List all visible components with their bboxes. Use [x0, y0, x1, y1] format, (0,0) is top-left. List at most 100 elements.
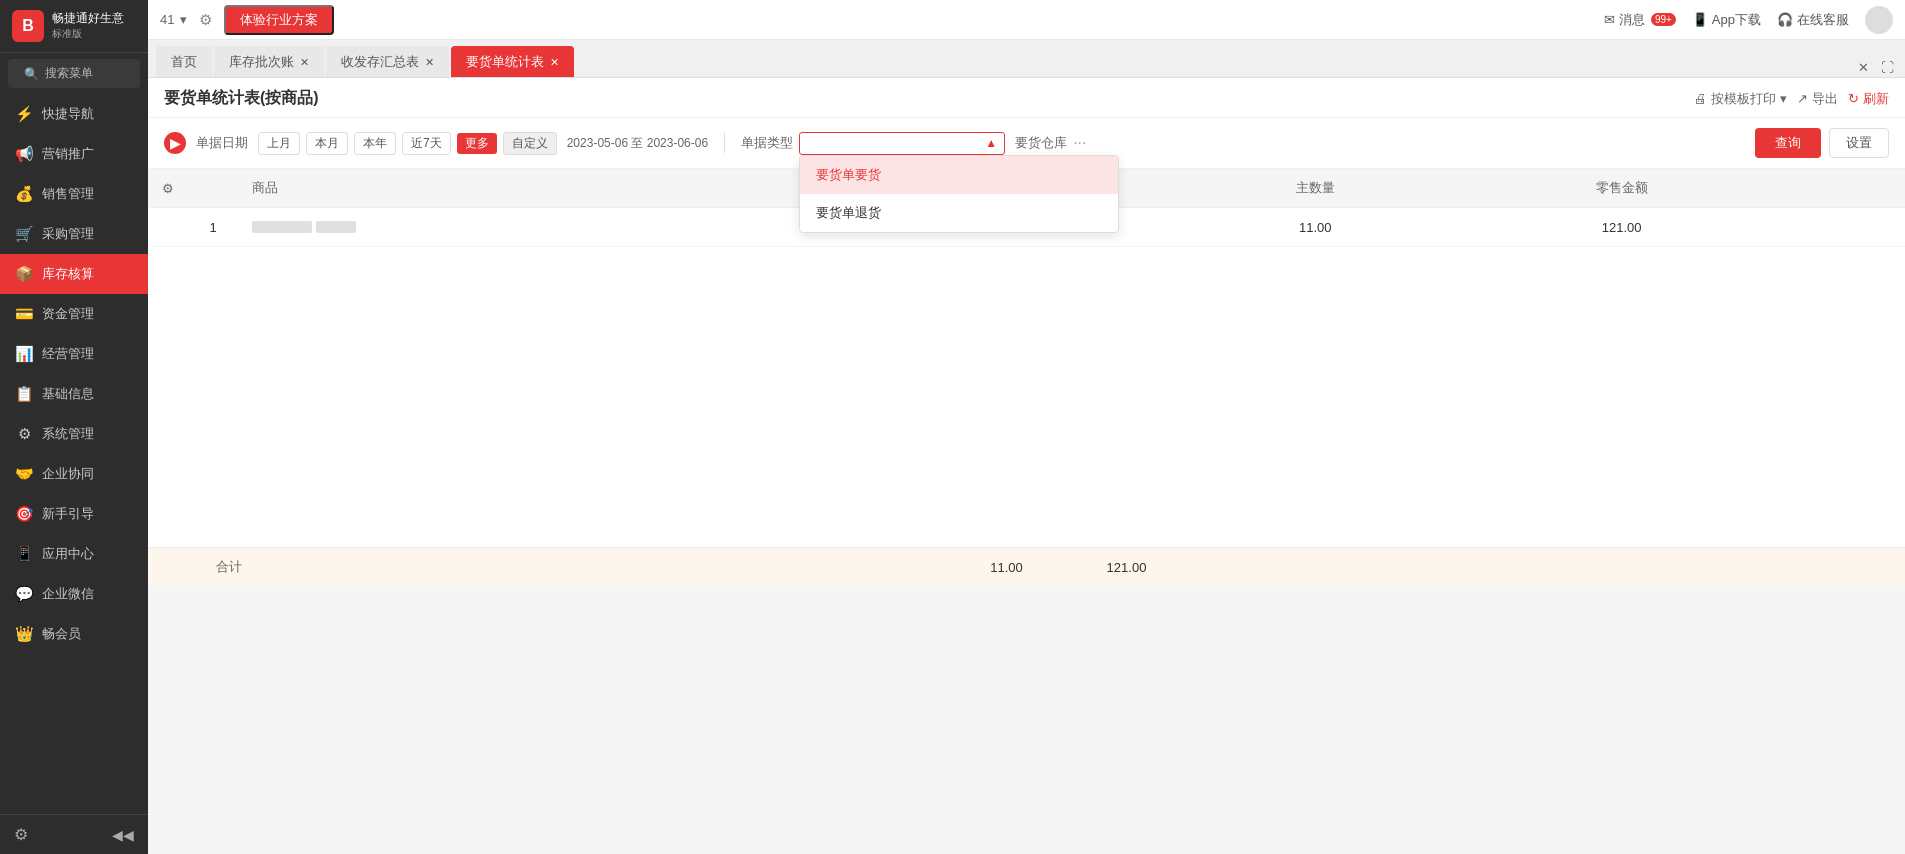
col-amount: 零售金额 — [1455, 169, 1788, 208]
tab-close-all-icon[interactable]: ✕ — [1853, 57, 1873, 77]
dropdown-option-order-single[interactable]: 要货单要货 — [800, 156, 1118, 194]
search-label: 搜索菜单 — [45, 65, 93, 82]
store-selector[interactable]: 41 ▾ — [160, 12, 187, 27]
print-chevron-icon: ▾ — [1780, 91, 1787, 106]
promo-button[interactable]: 体验行业方案 — [224, 5, 334, 35]
online-service-button[interactable]: 🎧 在线客服 — [1777, 11, 1849, 29]
app-download-button[interactable]: 📱 App下载 — [1692, 11, 1761, 29]
warehouse-more-icon[interactable]: ··· — [1073, 134, 1086, 152]
avatar[interactable] — [1865, 6, 1893, 34]
enterprise-icon: 🤝 — [14, 464, 34, 484]
cell-quantity: 11.00 — [1176, 208, 1455, 247]
sidebar-item-wechat[interactable]: 💬 企业微信 — [0, 574, 148, 614]
tab-expand-icon[interactable]: ⛶ — [1877, 57, 1897, 77]
footer-total-label: 合计 — [216, 558, 242, 576]
refresh-label: 刷新 — [1863, 90, 1889, 108]
sidebar-item-purchase[interactable]: 🛒 采购管理 — [0, 214, 148, 254]
query-button[interactable]: 查询 — [1755, 128, 1821, 158]
sidebar-item-app-center[interactable]: 📱 应用中心 — [0, 534, 148, 574]
this-month-button[interactable]: 本月 — [306, 132, 348, 155]
sidebar-item-finance[interactable]: 💳 资金管理 — [0, 294, 148, 334]
col-row-num — [188, 169, 238, 208]
tab-close-icon[interactable]: ✕ — [425, 56, 434, 69]
header-gear-icon[interactable]: ⚙ — [199, 11, 212, 29]
tab-label: 库存批次账 — [229, 53, 294, 71]
system-icon: ⚙ — [14, 424, 34, 444]
filter-expand-button[interactable]: ▶ — [164, 132, 186, 154]
sidebar-item-newbie[interactable]: 🎯 新手引导 — [0, 494, 148, 534]
store-number: 41 — [160, 12, 174, 27]
finance-icon: 💳 — [14, 304, 34, 324]
date-filter-label: 单据日期 — [196, 134, 248, 152]
sidebar-item-basic-info[interactable]: 📋 基础信息 — [0, 374, 148, 414]
custom-date-button[interactable]: 自定义 — [503, 132, 557, 155]
this-year-button[interactable]: 本年 — [354, 132, 396, 155]
filter-actions: 查询 设置 — [1755, 128, 1889, 158]
last-7-button[interactable]: 近7天 — [402, 132, 451, 155]
col-settings[interactable]: ⚙ — [148, 169, 188, 208]
collapse-button[interactable]: ◀◀ — [112, 827, 134, 843]
messages-label: 消息 — [1619, 11, 1645, 29]
print-label: 按模板打印 — [1711, 90, 1776, 108]
sidebar-item-enterprise[interactable]: 🤝 企业协同 — [0, 454, 148, 494]
sidebar-item-marketing[interactable]: 📢 营销推广 — [0, 134, 148, 174]
export-label: 导出 — [1812, 90, 1838, 108]
logo-title: 畅捷通好生意 — [52, 11, 124, 27]
sales-icon: 💰 — [14, 184, 34, 204]
sidebar-item-label: 企业微信 — [42, 585, 94, 603]
sidebar-item-label: 系统管理 — [42, 425, 94, 443]
sidebar-bottom: ⚙ ◀◀ — [0, 814, 148, 854]
search-icon: 🔍 — [24, 67, 39, 81]
type-select-wrapper: ▲ 要货单要货 要货单退货 — [799, 132, 1005, 155]
sidebar-item-member[interactable]: 👑 畅会员 — [0, 614, 148, 654]
print-icon: 🖨 — [1694, 91, 1707, 106]
operations-icon: 📊 — [14, 344, 34, 364]
sidebar-item-operations[interactable]: 📊 经营管理 — [0, 334, 148, 374]
type-filter-field: 单据类型 ▲ 要货单要货 要货单退货 — [741, 132, 1005, 155]
type-select-input[interactable] — [799, 132, 1005, 155]
newbie-icon: 🎯 — [14, 504, 34, 524]
basic-info-icon: 📋 — [14, 384, 34, 404]
filter-bar: ▶ 单据日期 上月 本月 本年 近7天 更多 自定义 2023-05-06 至 … — [148, 118, 1905, 169]
cell-amount: 121.00 — [1455, 208, 1788, 247]
settings-icon[interactable]: ⚙ — [14, 825, 28, 844]
export-icon: ↗ — [1797, 91, 1808, 106]
tab-close-icon[interactable]: ✕ — [550, 56, 559, 69]
cell-product — [238, 208, 788, 247]
header-right: ✉ 消息 99+ 📱 App下载 🎧 在线客服 — [1604, 6, 1893, 34]
messages-badge: 99+ — [1651, 13, 1676, 26]
messages-button[interactable]: ✉ 消息 99+ — [1604, 11, 1676, 29]
sidebar-item-label: 销售管理 — [42, 185, 94, 203]
tab-receive-summary[interactable]: 收发存汇总表 ✕ — [326, 46, 449, 77]
tab-close-icon[interactable]: ✕ — [300, 56, 309, 69]
col-quantity: 主数量 — [1176, 169, 1455, 208]
sidebar-item-system[interactable]: ⚙ 系统管理 — [0, 414, 148, 454]
tab-home[interactable]: 首页 — [156, 46, 212, 77]
more-presets-button[interactable]: 更多 — [457, 133, 497, 154]
logo-icon: B — [12, 10, 44, 42]
dropdown-option-order-return[interactable]: 要货单退货 — [800, 194, 1118, 232]
refresh-button[interactable]: ↻ 刷新 — [1848, 90, 1889, 108]
search-menu[interactable]: 🔍 搜索菜单 — [8, 59, 140, 88]
main-area: 41 ▾ ⚙ 体验行业方案 ✉ 消息 99+ 📱 App下载 🎧 在线客服 — [148, 0, 1905, 854]
purchase-icon: 🛒 — [14, 224, 34, 244]
tab-inventory-batch[interactable]: 库存批次账 ✕ — [214, 46, 324, 77]
expand-icon: ▶ — [170, 136, 180, 151]
product-placeholder — [252, 221, 774, 233]
date-presets: 上月 本月 本年 近7天 更多 自定义 — [258, 132, 557, 155]
filter-settings-button[interactable]: 设置 — [1829, 128, 1889, 158]
sidebar-item-label: 采购管理 — [42, 225, 94, 243]
sidebar-item-label: 基础信息 — [42, 385, 94, 403]
warehouse-filter-label: 要货仓库 — [1015, 134, 1067, 152]
export-button[interactable]: ↗ 导出 — [1797, 90, 1838, 108]
sidebar-item-inventory[interactable]: 📦 库存核算 — [0, 254, 148, 294]
sidebar-item-quick-nav[interactable]: ⚡ 快捷导航 — [0, 94, 148, 134]
sidebar-item-sales[interactable]: 💰 销售管理 — [0, 174, 148, 214]
tab-label: 收发存汇总表 — [341, 53, 419, 71]
page-content: 要货单统计表(按商品) 🖨 按模板打印 ▾ ↗ 导出 ↻ 刷新 — [148, 78, 1905, 586]
sidebar: B 畅捷通好生意 标准版 🔍 搜索菜单 ⚡ 快捷导航 📢 营销推广 💰 销售管理… — [0, 0, 148, 854]
print-button[interactable]: 🖨 按模板打印 ▾ — [1694, 90, 1787, 108]
prev-month-button[interactable]: 上月 — [258, 132, 300, 155]
tab-order-stats[interactable]: 要货单统计表 ✕ — [451, 46, 574, 77]
footer-amount: 121.00 — [1067, 560, 1187, 575]
